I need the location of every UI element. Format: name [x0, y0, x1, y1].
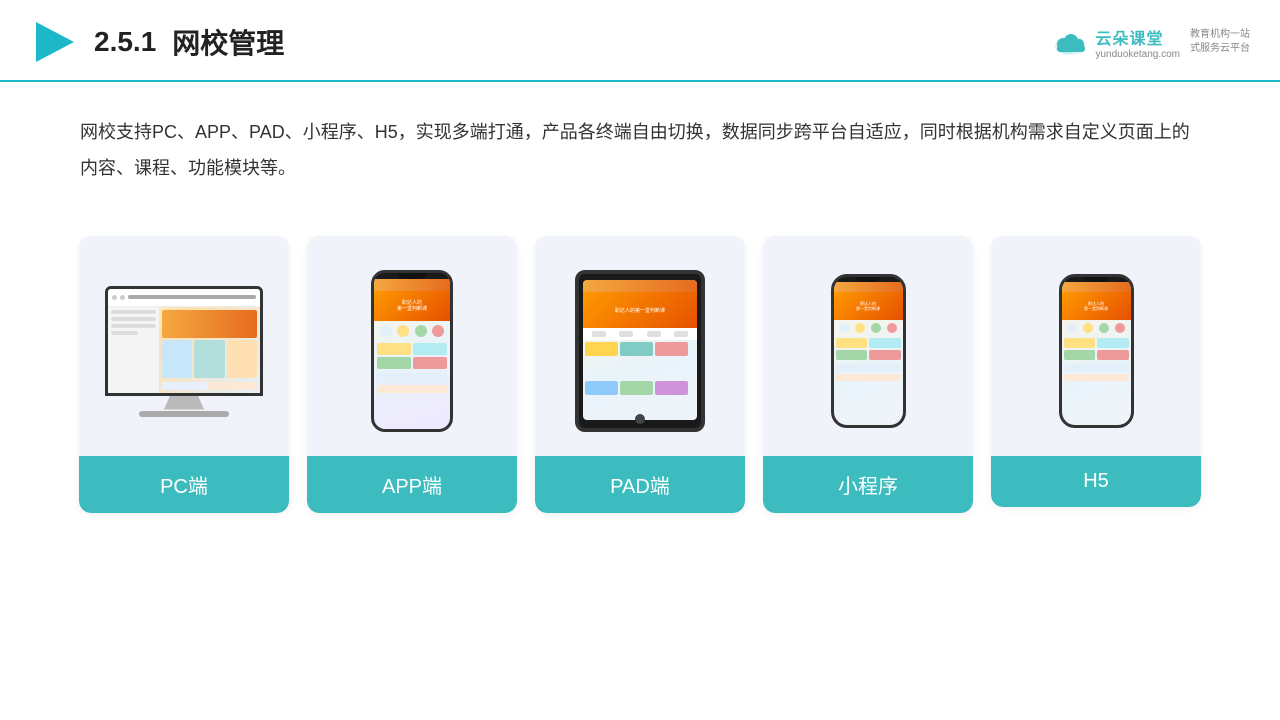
device-pc — [105, 286, 263, 417]
device-app-phone: 职达人的第一堂判断课 — [371, 270, 453, 432]
card-miniprogram: 职达人的第一堂判断课 — [763, 236, 973, 513]
card-pc-label: PC端 — [79, 456, 289, 513]
play-icon — [30, 18, 78, 66]
logo-brand: 云朵课堂 — [1095, 25, 1180, 49]
card-pc: PC端 — [79, 236, 289, 513]
card-miniprogram-image: 职达人的第一堂判断课 — [763, 236, 973, 456]
header-left: 2.5.1 网校管理 — [30, 18, 284, 66]
device-pad-tablet: 职达人的第一堂判断课 — [575, 270, 705, 432]
card-h5-image: 职达人的第一堂判断课 — [991, 236, 1201, 456]
logo-tagline: 教育机构一站式服务云平台 — [1190, 28, 1250, 56]
card-h5-label: H5 — [991, 456, 1201, 507]
page-title-text: 网校管理 — [172, 22, 284, 62]
card-pc-image — [79, 236, 289, 456]
device-h5-phone: 职达人的第一堂判断课 — [1059, 274, 1134, 428]
pc-screen — [105, 286, 263, 396]
card-app-image: 职达人的第一堂判断课 — [307, 236, 517, 456]
card-miniprogram-label: 小程序 — [763, 456, 973, 513]
description-text: 网校支持PC、APP、PAD、小程序、H5，实现多端打通，产品各终端自由切换，数… — [0, 82, 1280, 196]
cloud-icon — [1053, 28, 1089, 56]
page-title: 2.5.1 — [94, 26, 156, 58]
card-pad: 职达人的第一堂判断课 — [535, 236, 745, 513]
device-miniprogram-phone: 职达人的第一堂判断课 — [831, 274, 906, 428]
card-pad-label: PAD端 — [535, 456, 745, 513]
page-header: 2.5.1 网校管理 云朵课堂 yunduoketang.com 教育机构一站式… — [0, 0, 1280, 82]
card-pad-image: 职达人的第一堂判断课 — [535, 236, 745, 456]
logo-area: 云朵课堂 yunduoketang.com 教育机构一站式服务云平台 — [1053, 25, 1250, 60]
cloud-logo: 云朵课堂 yunduoketang.com 教育机构一站式服务云平台 — [1053, 25, 1250, 60]
card-app: 职达人的第一堂判断课 — [307, 236, 517, 513]
logo-url: yunduoketang.com — [1095, 49, 1180, 60]
card-app-label: APP端 — [307, 456, 517, 513]
card-h5: 职达人的第一堂判断课 — [991, 236, 1201, 507]
logo-text-group: 云朵课堂 yunduoketang.com — [1095, 25, 1180, 60]
cards-container: PC端 职达人的第一堂判断课 — [0, 206, 1280, 533]
